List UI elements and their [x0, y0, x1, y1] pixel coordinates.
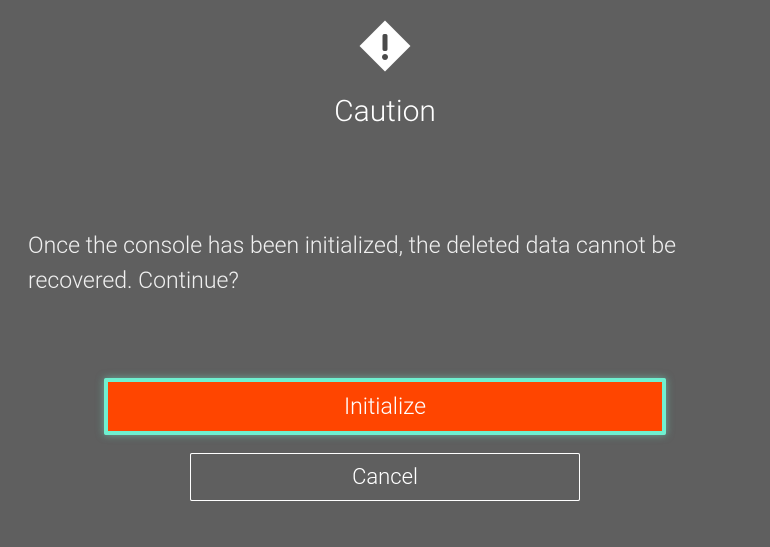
- dialog-message: Once the console has been initialized, t…: [0, 229, 770, 298]
- button-group: Initialize Cancel: [104, 378, 666, 501]
- dialog-title: Caution: [334, 94, 436, 129]
- caution-dialog: Caution Once the console has been initia…: [0, 0, 770, 547]
- caution-icon-wrapper: [355, 16, 415, 76]
- initialize-button[interactable]: Initialize: [104, 378, 666, 435]
- cancel-button[interactable]: Cancel: [190, 453, 580, 501]
- caution-icon: [355, 16, 415, 76]
